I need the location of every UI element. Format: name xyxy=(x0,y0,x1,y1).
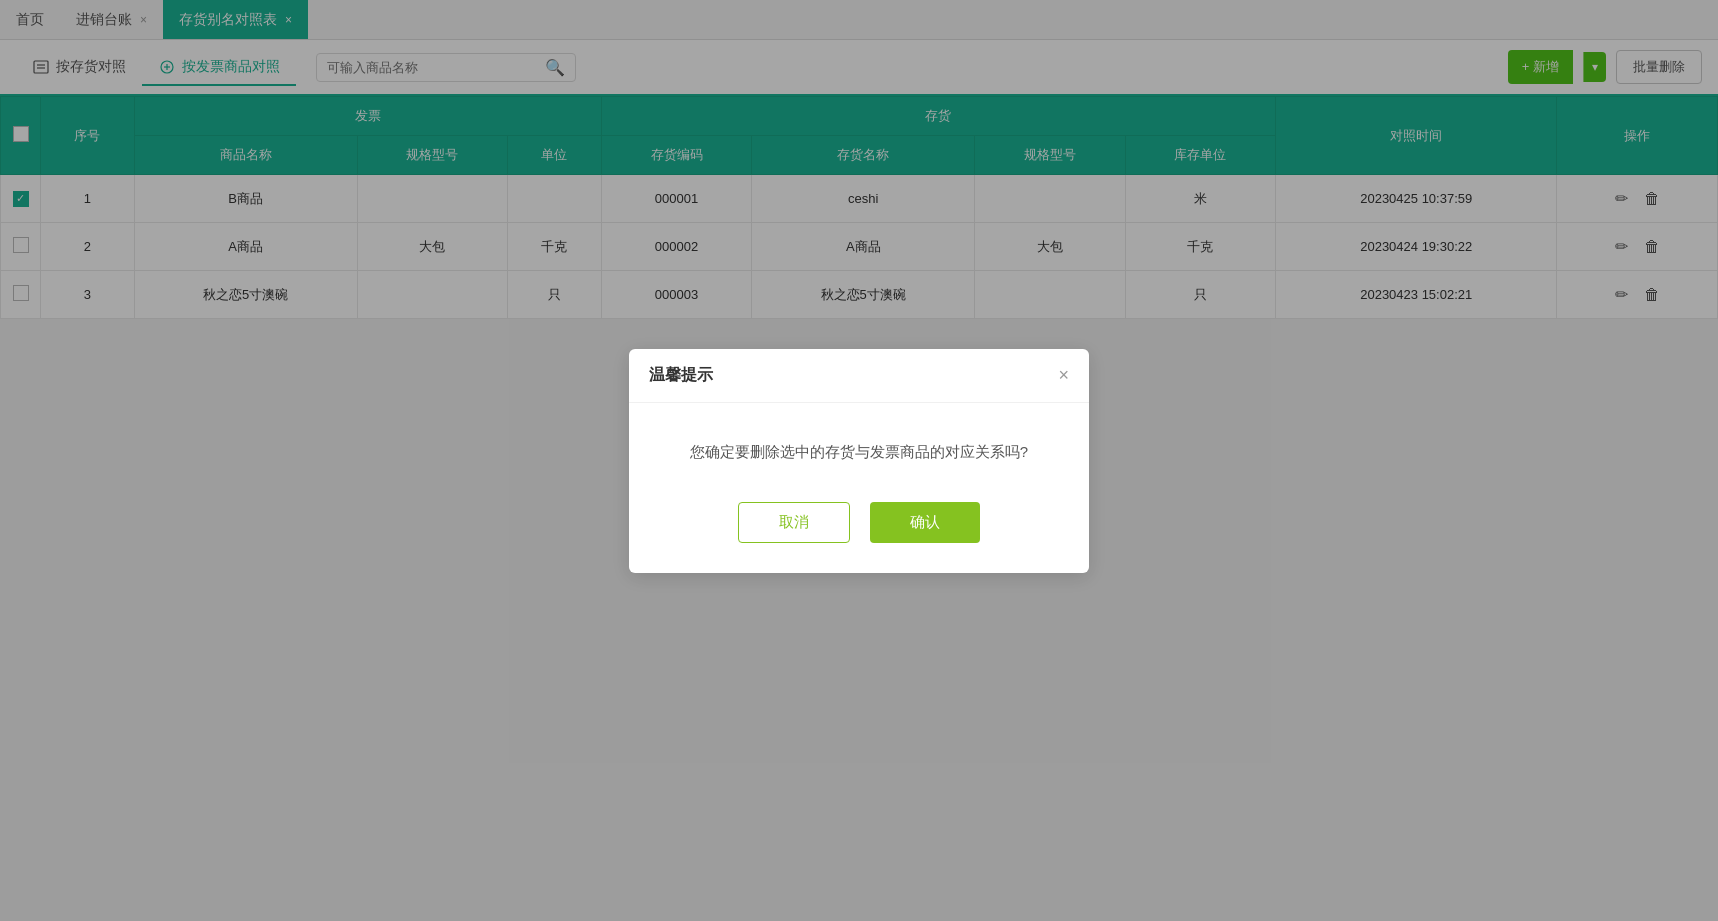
modal-overlay: 温馨提示 × 您确定要删除选中的存货与发票商品的对应关系吗? 取消 确认 xyxy=(0,0,1718,319)
